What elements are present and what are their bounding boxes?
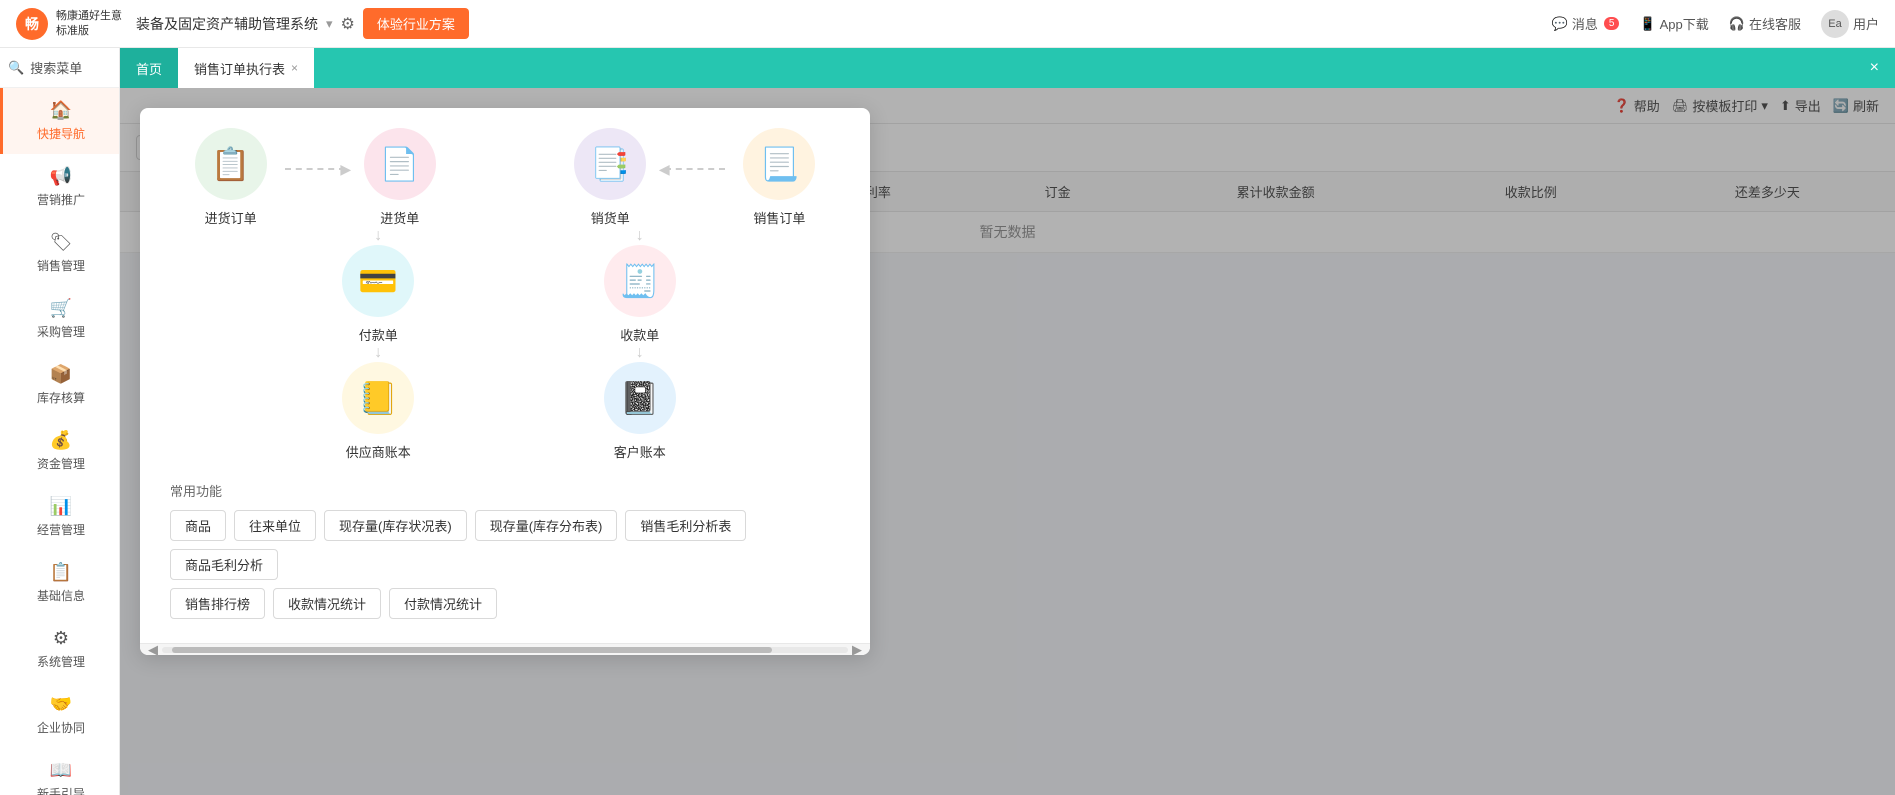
top-header: 畅 畅康通好生意 标准版 装备及固定资产辅助管理系统 ▾ ⚙ 体验行业方案 💬 … xyxy=(0,0,1895,48)
sidebar-item-sales[interactable]: 🏷 销售管理 xyxy=(0,220,119,286)
message-badge: 5 xyxy=(1604,17,1620,30)
beginner-icon: 📖 xyxy=(50,760,72,781)
finance-icon: 💰 xyxy=(50,430,72,451)
flow-node-sales-bill[interactable]: 📑 销货单 xyxy=(560,128,661,227)
experience-button[interactable]: 体验行业方案 xyxy=(363,8,469,39)
header-right: 💬 消息 5 📱 App下载 🎧 在线客服 Ea 用户 xyxy=(1552,10,1879,38)
payment-bill-circle[interactable]: 💳 xyxy=(342,245,414,317)
modal-overlay[interactable]: 📋 进货订单 ▶ 📄 xyxy=(120,88,1895,795)
search-icon: 🔍 xyxy=(8,60,24,76)
home-icon: 🏠 xyxy=(50,100,72,121)
sidebar-item-beginner[interactable]: 📖 新手引导 xyxy=(0,748,119,795)
tab-home[interactable]: 首页 xyxy=(120,48,178,88)
func-btn-partners[interactable]: 往来单位 xyxy=(234,510,316,541)
sales-order-label: 销售订单 xyxy=(753,208,805,227)
supplier-ledger-label: 供应商账本 xyxy=(346,442,411,461)
scrollbar-track[interactable] xyxy=(162,647,848,653)
payment-bill-label: 付款单 xyxy=(359,325,398,344)
sales-bill-label: 销货单 xyxy=(591,208,630,227)
flow-node-purchase-bill[interactable]: 📄 进货单 xyxy=(349,128,450,227)
modal-scrollbar: ◀ ▶ xyxy=(140,643,870,655)
purchase-order-label: 进货订单 xyxy=(205,208,257,227)
customer-ledger-circle[interactable]: 📓 xyxy=(604,362,676,434)
app-download-item[interactable]: 📱 App下载 xyxy=(1639,14,1708,33)
sidebar-item-system[interactable]: ⚙ 系统管理 xyxy=(0,616,119,682)
content-area: 首页 销售订单执行表 × × ❓ 帮助 🖨 按模板打印 ▾ xyxy=(120,48,1895,795)
tab-close-icon[interactable]: × xyxy=(291,61,298,75)
sidebar-item-operations[interactable]: 📊 经营管理 xyxy=(0,484,119,550)
online-service-item[interactable]: 🎧 在线客服 xyxy=(1729,14,1801,33)
func-btn-stock-dist[interactable]: 现存量(库存分布表) xyxy=(475,510,618,541)
service-icon: 🎧 xyxy=(1729,16,1745,32)
message-item[interactable]: 💬 消息 5 xyxy=(1552,14,1620,33)
message-icon: 💬 xyxy=(1552,16,1568,32)
func-btn-receipt-stats[interactable]: 收款情况统计 xyxy=(273,588,381,619)
purchase-bill-circle[interactable]: 📄 xyxy=(364,128,436,200)
sidebar-item-marketing[interactable]: 📢 营销推广 xyxy=(0,154,119,220)
tab-sales-order-exec[interactable]: 销售订单执行表 × xyxy=(178,48,314,88)
logo-area: 畅 畅康通好生意 标准版 xyxy=(16,8,136,40)
sidebar-item-enterprise[interactable]: 🤝 企业协同 xyxy=(0,682,119,748)
sidebar-item-quick-nav[interactable]: 🏠 快捷导航 xyxy=(0,88,119,154)
main-layout: 🔍 搜索菜单 🏠 快捷导航 📢 营销推广 🏷 销售管理 🛒 采购管理 📦 库存核… xyxy=(0,48,1895,795)
window-close-icon[interactable]: × xyxy=(1870,59,1895,77)
sales-bill-circle[interactable]: 📑 xyxy=(574,128,646,200)
sidebar-item-inventory[interactable]: 📦 库存核算 xyxy=(0,352,119,418)
common-func-title: 常用功能 xyxy=(170,481,840,500)
flow-node-receipt-bill[interactable]: 🧾 收款单 xyxy=(576,245,703,344)
sidebar-search[interactable]: 🔍 搜索菜单 xyxy=(0,48,119,88)
download-icon: 📱 xyxy=(1639,16,1655,32)
dropdown-arrow-icon[interactable]: ▾ xyxy=(326,16,333,32)
sidebar-item-purchase[interactable]: 🛒 采购管理 xyxy=(0,286,119,352)
avatar: Ea xyxy=(1821,10,1849,38)
inventory-icon: 📦 xyxy=(50,364,72,385)
sidebar-item-basic-info[interactable]: 📋 基础信息 xyxy=(0,550,119,616)
func-buttons-row2: 销售排行榜 收款情况统计 付款情况统计 xyxy=(170,588,840,619)
logo-icon: 畅 xyxy=(16,8,48,40)
flow-node-customer-ledger[interactable]: 📓 客户账本 xyxy=(576,362,703,461)
func-btn-payment-stats[interactable]: 付款情况统计 xyxy=(389,588,497,619)
system-title-area: 装备及固定资产辅助管理系统 ▾ ⚙ 体验行业方案 xyxy=(136,8,1552,39)
func-btn-stock-status[interactable]: 现存量(库存状况表) xyxy=(324,510,467,541)
enterprise-icon: 🤝 xyxy=(50,694,72,715)
receipt-bill-label: 收款单 xyxy=(620,325,659,344)
purchase-order-circle[interactable]: 📋 xyxy=(195,128,267,200)
scroll-right-arrow[interactable]: ▶ xyxy=(848,642,866,656)
page-content: ❓ 帮助 🖨 按模板打印 ▾ ⬆ 导出 🔄 刷新 xyxy=(120,88,1895,795)
basic-info-icon: 📋 xyxy=(50,562,72,583)
flow-section: 📋 进货订单 ▶ 📄 xyxy=(140,108,870,471)
receipt-bill-circle[interactable]: 🧾 xyxy=(604,245,676,317)
user-item[interactable]: Ea 用户 xyxy=(1821,10,1879,38)
marketing-icon: 📢 xyxy=(50,166,72,187)
supplier-ledger-circle[interactable]: 📒 xyxy=(342,362,414,434)
flow-node-purchase-order[interactable]: 📋 进货订单 xyxy=(180,128,281,227)
tab-bar: 首页 销售订单执行表 × × xyxy=(120,48,1895,88)
func-buttons-row1: 商品 往来单位 现存量(库存状况表) 现存量(库存分布表) 销售毛利分析表 商品… xyxy=(170,510,840,580)
gear-button[interactable]: ⚙ xyxy=(341,14,355,34)
sidebar: 🔍 搜索菜单 🏠 快捷导航 📢 营销推广 🏷 销售管理 🛒 采购管理 📦 库存核… xyxy=(0,48,120,795)
func-btn-product[interactable]: 商品 xyxy=(170,510,226,541)
logo-text: 畅康通好生意 标准版 xyxy=(56,9,122,38)
common-func-section: 常用功能 商品 往来单位 现存量(库存状况表) 现存量(库存分布表) 销售毛利分… xyxy=(140,471,870,643)
func-btn-sales-profit[interactable]: 销售毛利分析表 xyxy=(625,510,746,541)
scrollbar-thumb[interactable] xyxy=(172,647,772,653)
scroll-left-arrow[interactable]: ◀ xyxy=(144,642,162,656)
func-btn-sales-ranking[interactable]: 销售排行榜 xyxy=(170,588,265,619)
purchase-bill-label: 进货单 xyxy=(380,208,419,227)
func-btn-product-profit[interactable]: 商品毛利分析 xyxy=(170,549,278,580)
system-icon: ⚙ xyxy=(53,628,69,649)
sidebar-item-finance[interactable]: 💰 资金管理 xyxy=(0,418,119,484)
sales-order-circle[interactable]: 📃 xyxy=(743,128,815,200)
customer-ledger-label: 客户账本 xyxy=(614,442,666,461)
flow-node-payment-bill[interactable]: 💳 付款单 xyxy=(315,245,442,344)
flow-node-supplier-ledger[interactable]: 📒 供应商账本 xyxy=(315,362,442,461)
modal-box: 📋 进货订单 ▶ 📄 xyxy=(140,108,870,655)
flow-node-sales-order[interactable]: 📃 销售订单 xyxy=(729,128,830,227)
system-title: 装备及固定资产辅助管理系统 xyxy=(136,14,318,34)
sales-icon: 🏷 xyxy=(50,232,73,253)
operations-icon: 📊 xyxy=(50,496,72,517)
purchase-icon: 🛒 xyxy=(50,298,72,319)
